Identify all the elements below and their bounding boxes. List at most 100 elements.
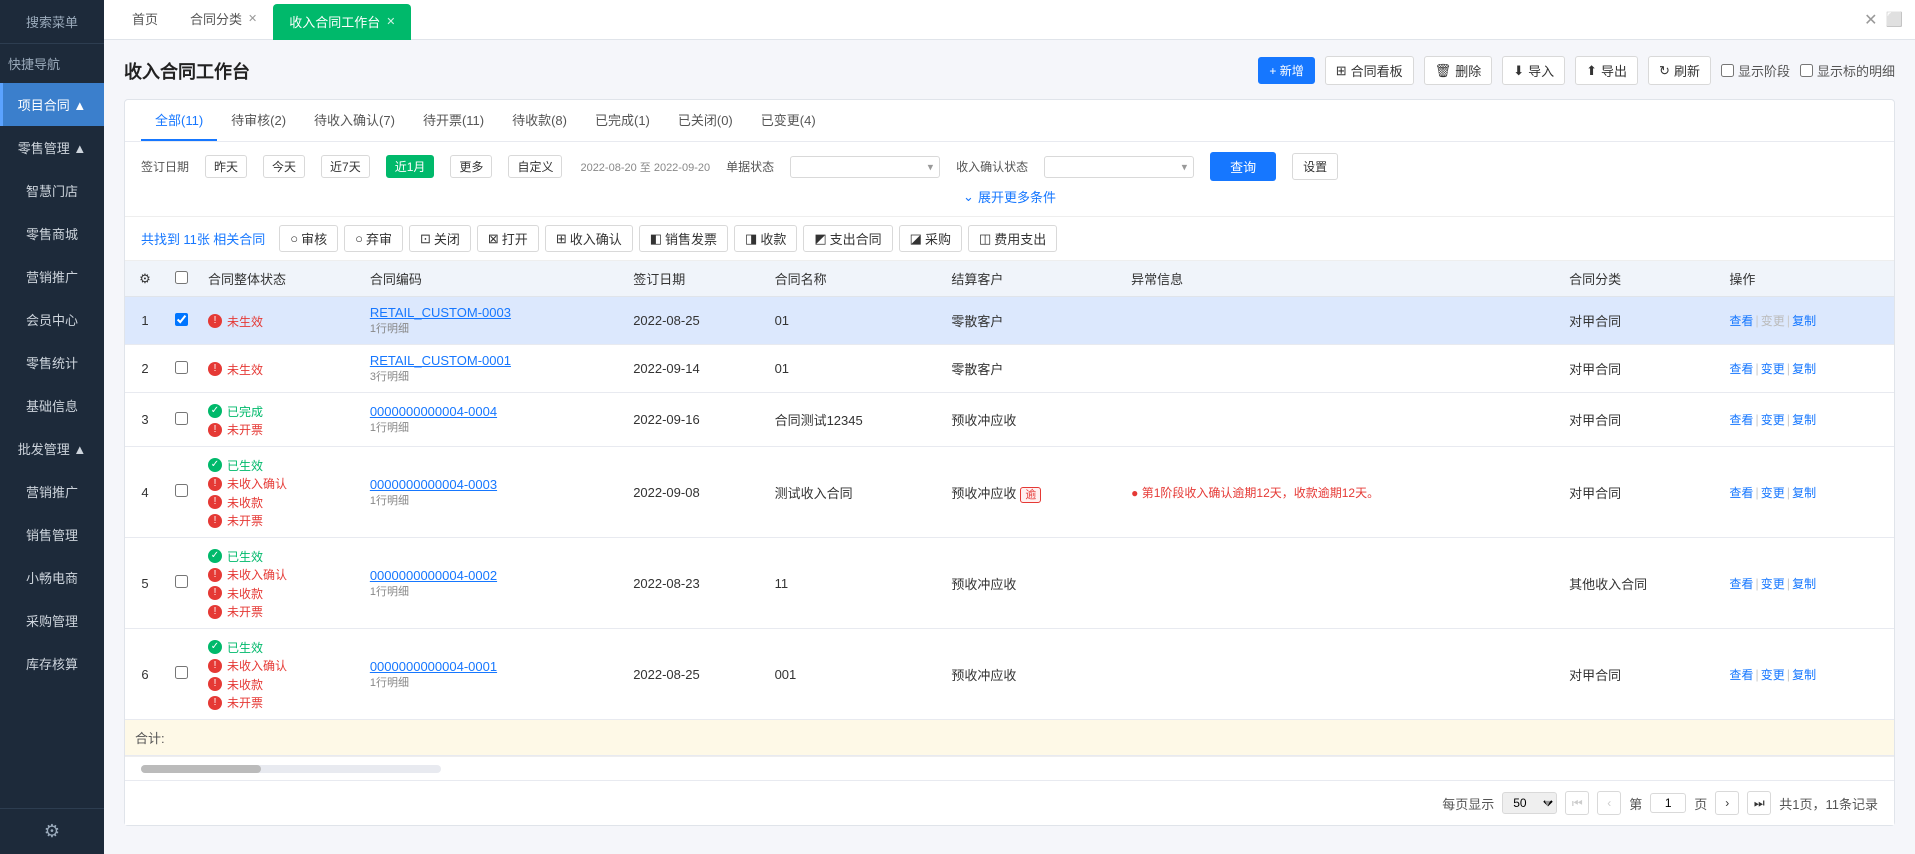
tab-home[interactable]: 首页 bbox=[116, 0, 174, 40]
row-checkbox[interactable] bbox=[175, 484, 188, 497]
expand-more-btn[interactable]: ⌄ 展开更多条件 bbox=[141, 187, 1878, 206]
op-复制[interactable]: 复制 bbox=[1792, 314, 1816, 328]
close-contract-button[interactable]: ⊡ 关闭 bbox=[409, 225, 471, 252]
new-button[interactable]: + 新增 bbox=[1258, 57, 1314, 84]
op-复制[interactable]: 复制 bbox=[1792, 413, 1816, 427]
filter-tab-pending-payment[interactable]: 待收款(8) bbox=[498, 100, 581, 141]
op-查看[interactable]: 查看 bbox=[1729, 577, 1753, 591]
row-checkbox[interactable] bbox=[175, 575, 188, 588]
contract-code-link[interactable]: RETAIL_CUSTOM-0001 bbox=[370, 353, 511, 368]
page-input[interactable] bbox=[1650, 793, 1686, 813]
sidebar-item-retail-stats[interactable]: 零售统计 bbox=[0, 341, 104, 384]
sidebar-item-retail-mgmt[interactable]: 零售管理 ▲ bbox=[0, 126, 104, 169]
op-查看[interactable]: 查看 bbox=[1729, 668, 1753, 682]
show-stage-check[interactable]: 显示阶段 bbox=[1721, 61, 1790, 80]
op-查看[interactable]: 查看 bbox=[1729, 486, 1753, 500]
scrollbar-track[interactable] bbox=[141, 765, 441, 773]
date-btn-custom[interactable]: 自定义 bbox=[508, 155, 562, 178]
delete-button[interactable]: 🗑 删除 bbox=[1424, 56, 1493, 85]
op-变更[interactable]: 变更 bbox=[1761, 314, 1785, 328]
date-btn-today[interactable]: 今天 bbox=[263, 155, 305, 178]
contract-code-link[interactable]: RETAIL_CUSTOM-0003 bbox=[370, 305, 511, 320]
page-first-btn[interactable]: ⏮ bbox=[1565, 791, 1589, 815]
export-button[interactable]: ⬆ 导出 bbox=[1575, 56, 1638, 85]
page-next-btn[interactable]: › bbox=[1715, 791, 1739, 815]
row-checkbox[interactable] bbox=[175, 412, 188, 425]
contract-code-link[interactable]: 0000000000004-0003 bbox=[370, 477, 497, 492]
query-button[interactable]: 查询 bbox=[1210, 152, 1276, 181]
op-复制[interactable]: 复制 bbox=[1792, 362, 1816, 376]
op-变更[interactable]: 变更 bbox=[1761, 577, 1785, 591]
filter-tab-all[interactable]: 全部(11) bbox=[141, 100, 217, 141]
date-btn-7days[interactable]: 近7天 bbox=[321, 155, 370, 178]
import-button[interactable]: ⬇ 导入 bbox=[1502, 56, 1565, 85]
scrollbar-thumb[interactable] bbox=[141, 765, 261, 773]
op-查看[interactable]: 查看 bbox=[1729, 362, 1753, 376]
op-查看[interactable]: 查看 bbox=[1729, 314, 1753, 328]
date-btn-1month[interactable]: 近1月 bbox=[386, 155, 435, 178]
sidebar-item-wholesale[interactable]: 批发管理 ▲ bbox=[0, 427, 104, 470]
show-detail-check[interactable]: 显示标的明细 bbox=[1800, 61, 1895, 80]
date-btn-yesterday[interactable]: 昨天 bbox=[205, 155, 247, 178]
abandon-audit-button[interactable]: ○ 弃审 bbox=[344, 225, 403, 252]
page-prev-btn[interactable]: ‹ bbox=[1597, 791, 1621, 815]
settings-button[interactable]: 设置 bbox=[1292, 153, 1338, 180]
op-变更[interactable]: 变更 bbox=[1761, 362, 1785, 376]
filter-tab-completed[interactable]: 已完成(1) bbox=[581, 100, 664, 141]
panel-button[interactable]: ⊞ 合同看板 bbox=[1325, 56, 1414, 85]
tab-close-contract-category[interactable]: ✕ bbox=[248, 12, 257, 25]
expense-contract-button[interactable]: ◩ 支出合同 bbox=[803, 225, 892, 252]
op-变更[interactable]: 变更 bbox=[1761, 668, 1785, 682]
op-变更[interactable]: 变更 bbox=[1761, 486, 1785, 500]
contract-code-link[interactable]: 0000000000004-0001 bbox=[370, 659, 497, 674]
sidebar-item-purchase[interactable]: 采购管理 bbox=[0, 599, 104, 642]
op-复制[interactable]: 复制 bbox=[1792, 486, 1816, 500]
sidebar-nav[interactable]: 快捷导航 bbox=[0, 44, 104, 83]
sidebar-item-project-contract[interactable]: 项目合同 ▲ bbox=[0, 83, 104, 126]
sidebar-settings[interactable]: ⚙ bbox=[0, 808, 104, 854]
window-restore-icon[interactable]: ⬜ bbox=[1886, 11, 1903, 28]
refresh-button[interactable]: ↻ 刷新 bbox=[1648, 56, 1711, 85]
sidebar-item-sales[interactable]: 销售管理 bbox=[0, 513, 104, 556]
sidebar-item-inventory[interactable]: 库存核算 bbox=[0, 642, 104, 685]
filter-tab-pending-invoice[interactable]: 待开票(11) bbox=[409, 100, 498, 141]
filter-tab-pending-review[interactable]: 待审核(2) bbox=[217, 100, 300, 141]
sidebar-item-retail-mall[interactable]: 零售商城 bbox=[0, 212, 104, 255]
contract-code-link[interactable]: 0000000000004-0002 bbox=[370, 568, 497, 583]
doc-status-select[interactable] bbox=[790, 156, 940, 178]
sidebar-search[interactable]: 搜索菜单 bbox=[0, 0, 104, 44]
window-close-icon[interactable]: ✕ bbox=[1864, 10, 1877, 30]
sidebar-item-marketing2[interactable]: 营销推广 bbox=[0, 470, 104, 513]
revenue-status-select[interactable] bbox=[1044, 156, 1194, 178]
filter-tab-pending-confirm[interactable]: 待收入确认(7) bbox=[300, 100, 409, 141]
purchase-button[interactable]: ◪ 采购 bbox=[899, 225, 962, 252]
select-all-checkbox[interactable] bbox=[175, 271, 188, 284]
sidebar-item-marketing[interactable]: 营销推广 bbox=[0, 255, 104, 298]
row-checkbox[interactable] bbox=[175, 313, 188, 326]
contract-code-link[interactable]: 0000000000004-0004 bbox=[370, 404, 497, 419]
op-查看[interactable]: 查看 bbox=[1729, 413, 1753, 427]
filter-tab-closed[interactable]: 已关闭(0) bbox=[664, 100, 747, 141]
row-checkbox[interactable] bbox=[175, 361, 188, 374]
tab-close-income-contract[interactable]: ✕ bbox=[386, 15, 395, 28]
sidebar-item-ecommerce[interactable]: 小畅电商 bbox=[0, 556, 104, 599]
op-变更[interactable]: 变更 bbox=[1761, 413, 1785, 427]
tab-income-contract[interactable]: 收入合同工作台 ✕ bbox=[273, 4, 411, 40]
audit-button[interactable]: ○ 审核 bbox=[279, 225, 338, 252]
payment-button[interactable]: ◨ 收款 bbox=[734, 225, 797, 252]
op-复制[interactable]: 复制 bbox=[1792, 577, 1816, 591]
op-复制[interactable]: 复制 bbox=[1792, 668, 1816, 682]
sidebar-item-smart-store[interactable]: 智慧门店 bbox=[0, 169, 104, 212]
page-last-btn[interactable]: ⏭ bbox=[1747, 791, 1771, 815]
filter-tab-changed[interactable]: 已变更(4) bbox=[747, 100, 830, 141]
tab-contract-category[interactable]: 合同分类 ✕ bbox=[174, 0, 273, 40]
expense-out-button[interactable]: ◫ 费用支出 bbox=[968, 225, 1057, 252]
page-size-select[interactable]: 50 100 200 bbox=[1502, 792, 1557, 814]
sidebar-item-base-info[interactable]: 基础信息 bbox=[0, 384, 104, 427]
sales-invoice-button[interactable]: ◧ 销售发票 bbox=[639, 225, 728, 252]
income-confirm-button[interactable]: ⊞ 收入确认 bbox=[545, 225, 633, 252]
date-btn-more[interactable]: 更多 bbox=[450, 155, 492, 178]
row-checkbox[interactable] bbox=[175, 666, 188, 679]
sidebar-item-member[interactable]: 会员中心 bbox=[0, 298, 104, 341]
open-button[interactable]: ⊠ 打开 bbox=[477, 225, 539, 252]
